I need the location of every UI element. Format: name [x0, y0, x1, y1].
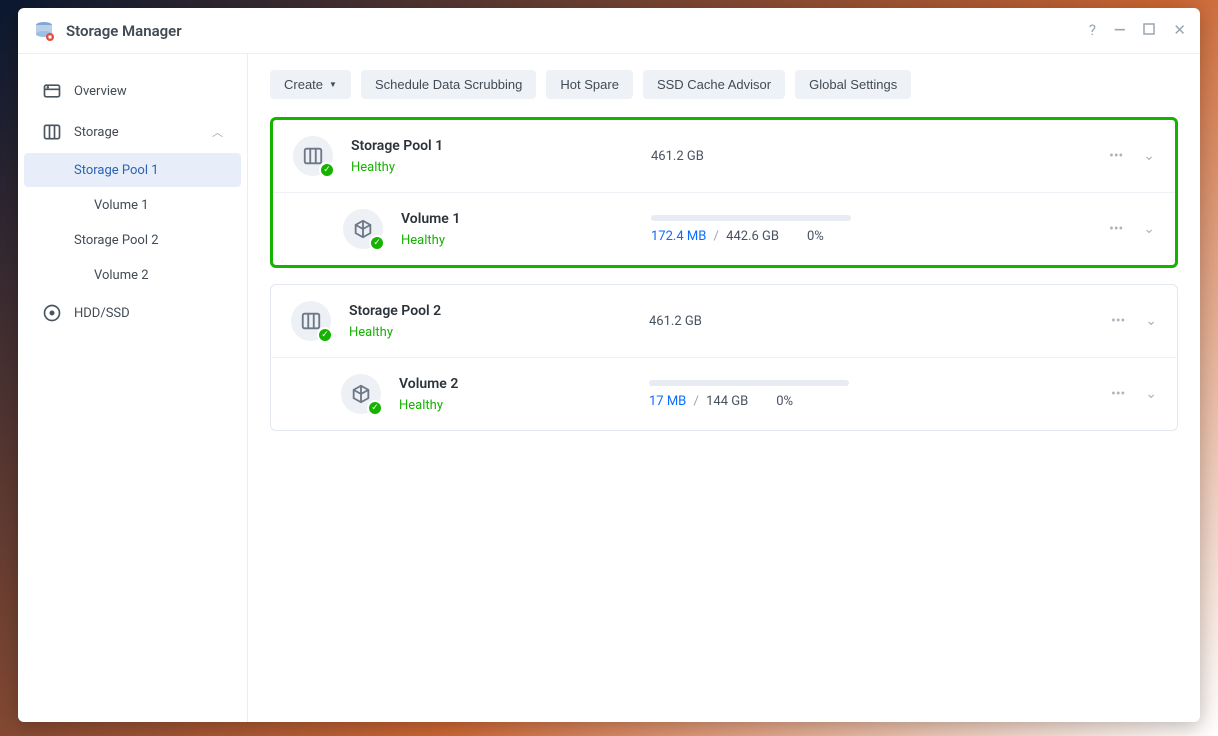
chevron-down-icon[interactable]: ⌄	[1143, 148, 1155, 164]
storage-pool-card: Storage Pool 1 Healthy 461.2 GB ••• ⌄	[270, 117, 1178, 268]
app-icon	[32, 19, 56, 43]
more-icon[interactable]: •••	[1111, 386, 1125, 402]
usage-bar	[649, 380, 849, 386]
storage-icon	[42, 122, 62, 142]
volume-name: Volume 2	[399, 376, 649, 392]
volume-percent: 0%	[807, 229, 824, 244]
help-icon[interactable]: ?	[1089, 23, 1096, 38]
pool-status: Healthy	[349, 325, 649, 340]
more-icon[interactable]: •••	[1109, 221, 1123, 237]
volume-row[interactable]: Volume 1 Healthy 172.4 MB / 442.6 GB 0%	[273, 192, 1175, 265]
healthy-badge-icon	[319, 162, 335, 178]
storage-pool-card: Storage Pool 2 Healthy 461.2 GB ••• ⌄	[270, 284, 1178, 431]
volume-total: 144 GB	[706, 394, 748, 409]
storage-pool-icon	[293, 136, 333, 176]
app-window: Storage Manager ? — ✕ Overview Storage	[18, 8, 1200, 722]
pool-status: Healthy	[351, 160, 651, 175]
sidebar-item-volume-1[interactable]: Volume 1	[24, 188, 241, 222]
volume-row[interactable]: Volume 2 Healthy 17 MB / 144 GB 0%	[271, 357, 1177, 430]
sidebar-item-label: Volume 1	[94, 198, 149, 213]
healthy-badge-icon	[367, 400, 383, 416]
sidebar-item-storage-pool-2[interactable]: Storage Pool 2	[24, 223, 241, 257]
more-icon[interactable]: •••	[1109, 148, 1123, 164]
create-button[interactable]: Create ▼	[270, 70, 351, 99]
volume-total: 442.6 GB	[726, 229, 779, 244]
sidebar-item-storage[interactable]: Storage ︿	[24, 112, 241, 152]
healthy-badge-icon	[317, 327, 333, 343]
chevron-up-icon: ︿	[212, 124, 223, 140]
hot-spare-button[interactable]: Hot Spare	[546, 70, 633, 99]
toolbar: Create ▼ Schedule Data Scrubbing Hot Spa…	[270, 70, 1178, 99]
volume-icon	[343, 209, 383, 249]
overview-icon	[42, 81, 62, 101]
volume-status: Healthy	[399, 398, 649, 413]
volume-used: 17 MB	[649, 394, 686, 409]
pool-name: Storage Pool 2	[349, 303, 649, 319]
chevron-down-icon[interactable]: ⌄	[1145, 386, 1157, 402]
disk-icon	[42, 303, 62, 323]
volume-icon	[341, 374, 381, 414]
pool-size: 461.2 GB	[651, 149, 871, 164]
storage-pool-row[interactable]: Storage Pool 1 Healthy 461.2 GB ••• ⌄	[273, 120, 1175, 192]
sidebar: Overview Storage ︿ Storage Pool 1 Volume…	[18, 54, 248, 722]
maximize-icon[interactable]	[1143, 23, 1155, 38]
volume-percent: 0%	[776, 394, 793, 409]
sidebar-item-volume-2[interactable]: Volume 2	[24, 258, 241, 292]
healthy-badge-icon	[369, 235, 385, 251]
sidebar-item-label: Storage Pool 2	[74, 233, 159, 248]
minimize-icon[interactable]: —	[1114, 23, 1125, 38]
sidebar-item-overview[interactable]: Overview	[24, 71, 241, 111]
volume-status: Healthy	[401, 233, 651, 248]
sidebar-item-label: Storage Pool 1	[74, 163, 159, 178]
main-content: Create ▼ Schedule Data Scrubbing Hot Spa…	[248, 54, 1200, 722]
titlebar: Storage Manager ? — ✕	[18, 8, 1200, 54]
sidebar-item-label: HDD/SSD	[74, 306, 130, 321]
volume-used: 172.4 MB	[651, 229, 706, 244]
caret-down-icon: ▼	[329, 80, 337, 89]
sidebar-item-storage-pool-1[interactable]: Storage Pool 1	[24, 153, 241, 187]
chevron-down-icon[interactable]: ⌄	[1145, 313, 1157, 329]
more-icon[interactable]: •••	[1111, 313, 1125, 329]
storage-pool-icon	[291, 301, 331, 341]
sidebar-item-label: Storage	[74, 125, 119, 140]
sidebar-item-label: Volume 2	[94, 268, 149, 283]
app-title: Storage Manager	[66, 22, 1089, 40]
storage-pool-row[interactable]: Storage Pool 2 Healthy 461.2 GB ••• ⌄	[271, 285, 1177, 357]
close-icon[interactable]: ✕	[1173, 23, 1186, 38]
chevron-down-icon[interactable]: ⌄	[1143, 221, 1155, 237]
pool-name: Storage Pool 1	[351, 138, 651, 154]
ssd-cache-advisor-button[interactable]: SSD Cache Advisor	[643, 70, 785, 99]
sidebar-item-label: Overview	[74, 84, 127, 99]
sidebar-item-hdd-ssd[interactable]: HDD/SSD	[24, 293, 241, 333]
schedule-scrubbing-button[interactable]: Schedule Data Scrubbing	[361, 70, 536, 99]
volume-name: Volume 1	[401, 211, 651, 227]
global-settings-button[interactable]: Global Settings	[795, 70, 911, 99]
usage-bar	[651, 215, 851, 221]
pool-size: 461.2 GB	[649, 314, 869, 329]
